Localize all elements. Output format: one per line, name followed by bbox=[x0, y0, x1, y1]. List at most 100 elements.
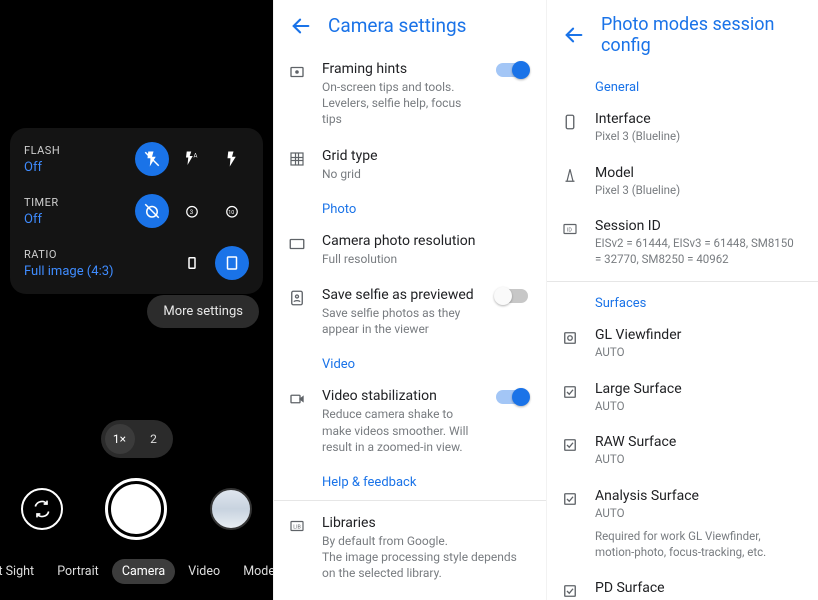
interface-title: Interface bbox=[595, 111, 802, 127]
ratio-row: RATIO Full image (4:3) bbox=[24, 246, 249, 280]
resolution-title: Camera photo resolution bbox=[322, 233, 530, 249]
mode-camera[interactable]: Camera bbox=[112, 559, 175, 584]
svg-text:10: 10 bbox=[228, 210, 234, 216]
grid-row[interactable]: Grid type No grid bbox=[274, 138, 546, 192]
flash-value[interactable]: Off bbox=[24, 160, 60, 175]
mode-bar[interactable]: ht Sight Portrait Camera Video Modes bbox=[0, 559, 273, 584]
mode-video[interactable]: Video bbox=[178, 559, 230, 584]
selfie-icon bbox=[286, 289, 308, 307]
resolution-row[interactable]: Camera photo resolution Full resolution bbox=[274, 223, 546, 277]
pd-surface-row[interactable]: PD Surface AUTO bbox=[547, 570, 818, 600]
framing-hints-row[interactable]: Framing hints On-screen tips and tools. … bbox=[274, 51, 546, 138]
timer-3s-icon[interactable]: 3 bbox=[175, 194, 209, 228]
selfie-toggle[interactable] bbox=[496, 289, 528, 303]
mode-portrait[interactable]: Portrait bbox=[47, 559, 109, 584]
ratio-full-icon[interactable] bbox=[215, 246, 249, 280]
grid-sub: No grid bbox=[322, 166, 530, 182]
check-box-icon bbox=[559, 436, 581, 454]
raw-title: RAW Surface bbox=[595, 434, 802, 450]
interface-row[interactable]: Interface Pixel 3 (Blueline) bbox=[547, 101, 818, 155]
ratio-label: RATIO bbox=[24, 248, 114, 261]
flash-row: FLASH Off A bbox=[24, 142, 249, 176]
interface-sub: Pixel 3 (Blueline) bbox=[595, 129, 802, 145]
shutter-row bbox=[0, 478, 273, 540]
general-section: General bbox=[547, 70, 818, 101]
video-section: Video bbox=[274, 347, 546, 378]
camera-settings-panel: Camera settings Framing hints On-screen … bbox=[273, 0, 546, 600]
surfaces-section: Surfaces bbox=[547, 286, 818, 317]
stabilization-toggle[interactable] bbox=[496, 390, 528, 404]
libraries-icon: LIB bbox=[286, 517, 308, 535]
stab-sub: Reduce camera shake to make videos smoot… bbox=[322, 406, 482, 455]
glv-sub: AUTO bbox=[595, 345, 802, 361]
resolution-icon bbox=[286, 235, 308, 253]
back-button[interactable] bbox=[290, 15, 312, 37]
timer-label: TIMER bbox=[24, 196, 59, 209]
analysis-surface-row[interactable]: Analysis Surface AUTO Required for work … bbox=[547, 478, 818, 571]
gallery-thumbnail[interactable] bbox=[210, 488, 252, 530]
timer-value[interactable]: Off bbox=[24, 212, 59, 227]
stabilization-row[interactable]: Video stabilization Reduce camera shake … bbox=[274, 378, 546, 465]
flash-off-icon[interactable] bbox=[135, 142, 169, 176]
svg-text:3: 3 bbox=[190, 209, 193, 216]
ratio-value[interactable]: Full image (4:3) bbox=[24, 264, 114, 279]
svg-text:A: A bbox=[194, 153, 198, 160]
gl-viewfinder-row[interactable]: GL Viewfinder AUTO bbox=[547, 317, 818, 371]
framing-toggle[interactable] bbox=[496, 63, 528, 77]
mode-night-sight[interactable]: ht Sight bbox=[0, 559, 44, 584]
id-icon: ID bbox=[559, 220, 581, 238]
selfie-row[interactable]: Save selfie as previewed Save selfie pho… bbox=[274, 277, 546, 347]
flash-auto-icon[interactable]: A bbox=[175, 142, 209, 176]
framing-icon bbox=[286, 63, 308, 81]
settings-title: Camera settings bbox=[328, 14, 466, 37]
help-section[interactable]: Help & feedback bbox=[274, 465, 546, 496]
model-row[interactable]: Model Pixel 3 (Blueline) bbox=[547, 155, 818, 209]
compass-icon bbox=[559, 167, 581, 185]
timer-row: TIMER Off 3 10 bbox=[24, 194, 249, 228]
flash-on-icon[interactable] bbox=[215, 142, 249, 176]
large-surface-row[interactable]: Large Surface AUTO bbox=[547, 371, 818, 425]
developer-row[interactable]: Developer Settings bbox=[274, 591, 546, 600]
more-settings-button[interactable]: More settings bbox=[147, 295, 259, 328]
zoom-1x[interactable]: 1× bbox=[105, 424, 135, 454]
large-title: Large Surface bbox=[595, 381, 802, 397]
flash-label: FLASH bbox=[24, 144, 60, 157]
libraries-sub: By default from Google. The image proces… bbox=[322, 533, 530, 582]
svg-text:ID: ID bbox=[567, 227, 572, 233]
selfie-title: Save selfie as previewed bbox=[322, 287, 482, 303]
back-button[interactable] bbox=[563, 24, 585, 46]
session-row[interactable]: ID Session ID EISv2 = 61444, EISv3 = 614… bbox=[547, 208, 818, 277]
timer-10s-icon[interactable]: 10 bbox=[215, 194, 249, 228]
zoom-2x[interactable]: 2 bbox=[139, 424, 169, 454]
model-sub: Pixel 3 (Blueline) bbox=[595, 183, 802, 199]
ratio-crop-icon[interactable] bbox=[175, 246, 209, 280]
session-sub: EISv2 = 61444, EISv3 = 61448, SM8150 = 3… bbox=[595, 236, 802, 267]
framing-sub: On-screen tips and tools. Levelers, self… bbox=[322, 79, 482, 128]
large-sub: AUTO bbox=[595, 399, 802, 415]
grid-title: Grid type bbox=[322, 148, 530, 164]
shutter-button[interactable] bbox=[105, 478, 167, 540]
raw-sub: AUTO bbox=[595, 452, 802, 468]
grid-icon bbox=[286, 150, 308, 168]
stabilization-icon bbox=[286, 390, 308, 408]
quick-settings: FLASH Off A TIMER Off 3 10 RATIO bbox=[10, 128, 263, 294]
model-title: Model bbox=[595, 165, 802, 181]
analysis-note: Required for work GL Viewfinder, motion-… bbox=[595, 529, 802, 560]
session-config-panel: Photo modes session config General Inter… bbox=[546, 0, 818, 600]
mode-modes[interactable]: Modes bbox=[233, 559, 273, 584]
session-title: Session ID bbox=[595, 218, 802, 234]
raw-surface-row[interactable]: RAW Surface AUTO bbox=[547, 424, 818, 478]
analysis-sub: AUTO bbox=[595, 506, 802, 522]
switch-camera-button[interactable] bbox=[21, 488, 63, 530]
check-box-icon bbox=[559, 490, 581, 508]
glv-title: GL Viewfinder bbox=[595, 327, 802, 343]
photo-section: Photo bbox=[274, 192, 546, 223]
zoom-control[interactable]: 1× 2 bbox=[101, 420, 173, 458]
analysis-title: Analysis Surface bbox=[595, 488, 802, 504]
resolution-sub: Full resolution bbox=[322, 251, 530, 267]
libraries-title: Libraries bbox=[322, 515, 530, 531]
svg-text:LIB: LIB bbox=[293, 524, 301, 530]
libraries-row[interactable]: LIB Libraries By default from Google. Th… bbox=[274, 505, 546, 592]
check-box-icon bbox=[559, 582, 581, 600]
timer-off-icon[interactable] bbox=[135, 194, 169, 228]
